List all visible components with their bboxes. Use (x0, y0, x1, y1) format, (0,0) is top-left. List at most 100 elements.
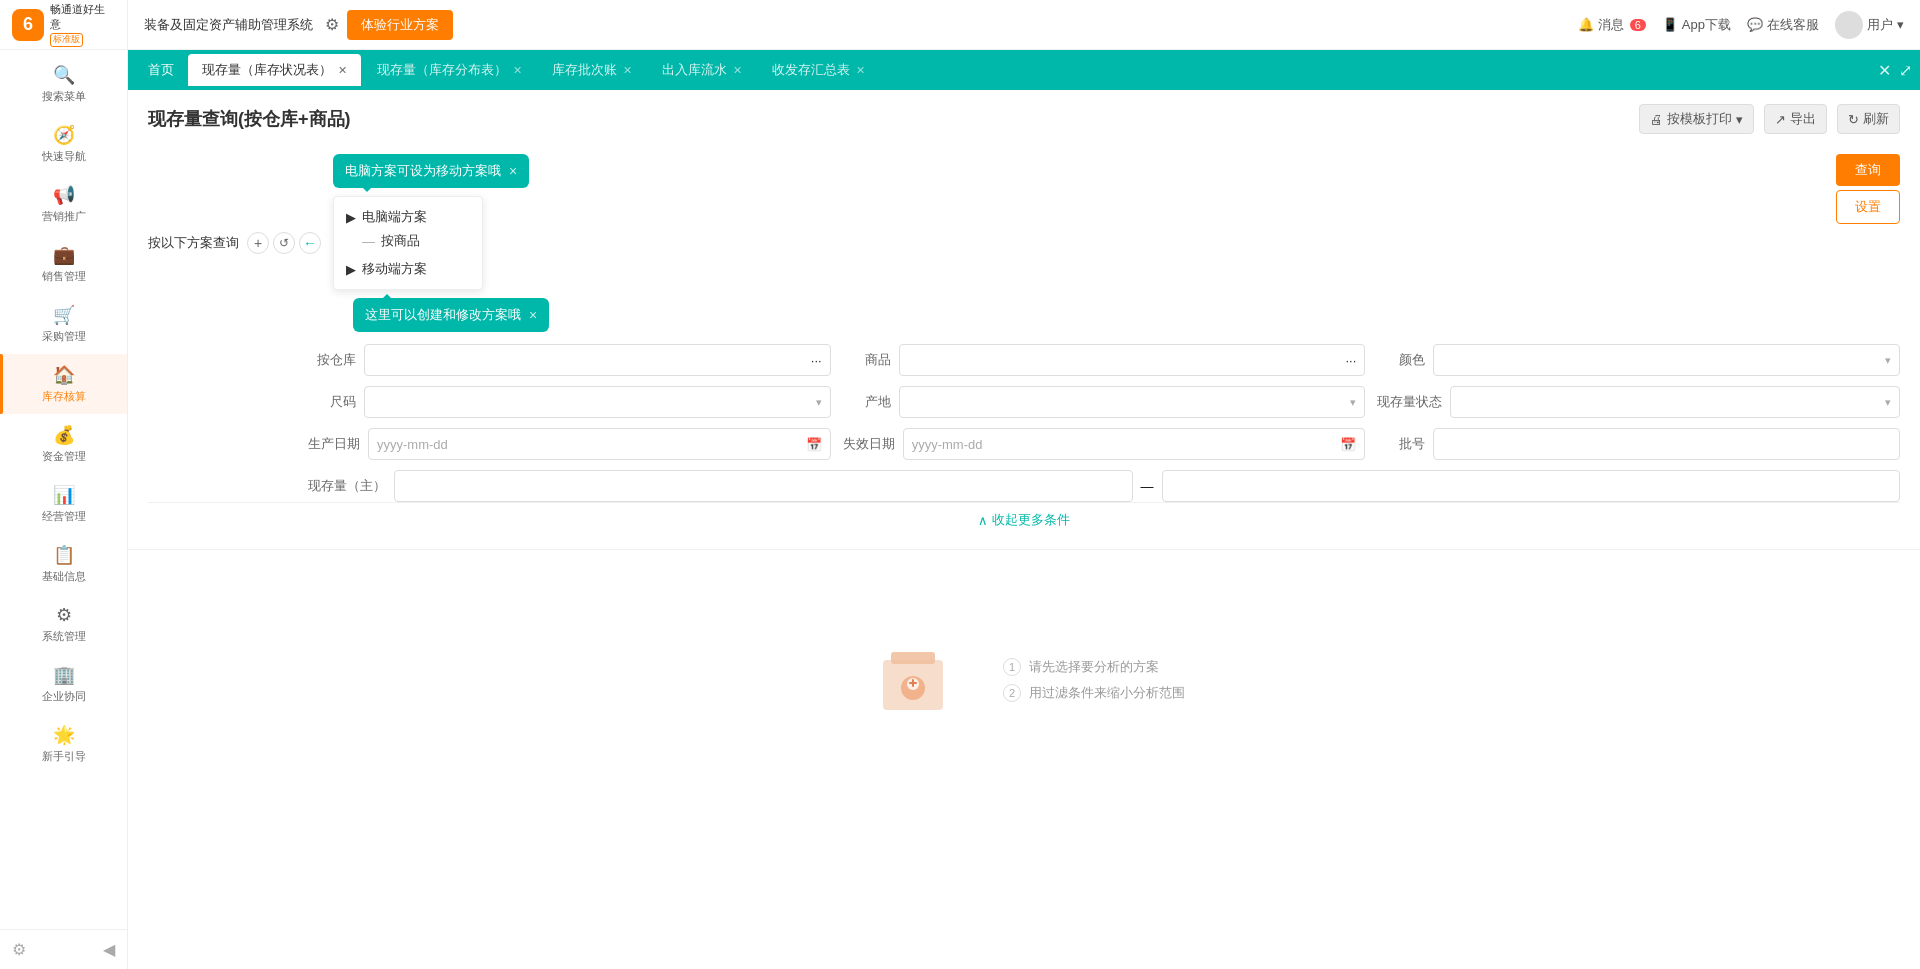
tab-inventory-dist[interactable]: 现存量（库存分布表） ✕ (363, 54, 536, 86)
sidebar-item-finance[interactable]: 💰 资金管理 (0, 414, 127, 474)
main-area: 装备及固定资产辅助管理系统 ⚙ 体验行业方案 🔔 消息 6 📱 App下载 💬 … (128, 0, 1920, 969)
set-button[interactable]: 设置 (1836, 190, 1900, 224)
origin-select[interactable]: ▾ (899, 386, 1366, 418)
filter-product: 商品 ··· (843, 344, 1366, 376)
origin-label: 产地 (843, 393, 891, 411)
service-icon: 💬 (1747, 17, 1763, 32)
color-select[interactable]: ▾ (1433, 344, 1900, 376)
reset-scheme-button[interactable]: ↺ (273, 232, 295, 254)
empty-text: 1 请先选择要分析的方案 2 用过滤条件来缩小分析范围 (1003, 658, 1185, 702)
tab-batch[interactable]: 库存批次账 ✕ (538, 54, 646, 86)
origin-chevron-icon: ▾ (1350, 396, 1356, 409)
sidebar-item-purchase[interactable]: 🛒 采购管理 (0, 294, 127, 354)
filter-warehouse: 按仓库 ··· (308, 344, 831, 376)
inventory-icon: 🏠 (53, 364, 75, 386)
expiry-date-input[interactable]: yyyy-mm-dd 📅 (903, 428, 1366, 460)
tooltip2-wrap: 这里可以创建和修改方案哦 × (353, 298, 549, 332)
sidebar-label-operations: 经营管理 (42, 509, 86, 524)
scheme-pc[interactable]: ▶ 电脑端方案 (346, 205, 470, 229)
stock-main-label: 现存量（主） (308, 477, 386, 495)
tab-close-inventory-status[interactable]: ✕ (338, 64, 347, 77)
scheme-mobile-arrow: ▶ (346, 262, 356, 277)
sidebar-item-guide[interactable]: 🌟 新手引导 (0, 714, 127, 774)
scheme-pc-item1[interactable]: — 按商品 (362, 229, 470, 253)
tooltip-pc-to-mobile: 电脑方案可设为移动方案哦 × (333, 154, 529, 188)
size-select[interactable]: ▾ (364, 386, 831, 418)
tab-close-collect[interactable]: ✕ (856, 64, 865, 77)
stock-state-chevron-icon: ▾ (1885, 396, 1891, 409)
topbar: 装备及固定资产辅助管理系统 ⚙ 体验行业方案 🔔 消息 6 📱 App下载 💬 … (128, 0, 1920, 50)
scheme-tree: ▶ 电脑端方案 — 按商品 ▶ 移动端方案 (333, 196, 483, 290)
system-title: 装备及固定资产辅助管理系统 (144, 16, 313, 34)
tooltip1-text: 电脑方案可设为移动方案哦 (345, 162, 501, 180)
stock-main-to-input[interactable] (1162, 470, 1901, 502)
production-date-input[interactable]: yyyy-mm-dd 📅 (368, 428, 831, 460)
search-button[interactable]: 查询 (1836, 154, 1900, 186)
star-icon: 🌟 (53, 724, 75, 746)
tab-home[interactable]: 首页 (136, 54, 186, 86)
topbar-settings-icon[interactable]: ⚙ (325, 15, 339, 34)
tooltip1-close-button[interactable]: × (509, 163, 517, 179)
sidebar-item-operations[interactable]: 📊 经营管理 (0, 474, 127, 534)
batch-input[interactable] (1433, 428, 1900, 460)
sidebar-item-marketing[interactable]: 📢 营销推广 (0, 174, 127, 234)
svg-rect-1 (891, 652, 935, 664)
sidebar-label-inventory: 库存核算 (42, 389, 86, 404)
tab-close-all-icon[interactable]: ✕ (1878, 61, 1891, 80)
export-button[interactable]: ↗ 导出 (1764, 104, 1827, 134)
topbar-left: 装备及固定资产辅助管理系统 ⚙ 体验行业方案 (144, 10, 453, 40)
tab-expand-icon[interactable]: ⤢ (1899, 61, 1912, 80)
tab-close-inventory-dist[interactable]: ✕ (513, 64, 522, 77)
stock-main-from-input[interactable] (394, 470, 1133, 502)
warehouse-label: 按仓库 (308, 351, 356, 369)
sidebar-item-enterprise[interactable]: 🏢 企业协同 (0, 654, 127, 714)
filter-row-2: 尺码 ▾ 产地 ▾ 现存量状态 (308, 386, 1900, 418)
warehouse-select[interactable]: ··· (364, 344, 831, 376)
sidebar-item-system[interactable]: ⚙ 系统管理 (0, 594, 127, 654)
chart-icon: 📊 (53, 484, 75, 506)
scheme-mobile-label: 移动端方案 (362, 260, 427, 278)
filter-row-1: 按仓库 ··· 商品 ··· 颜色 (308, 344, 1900, 376)
refresh-button[interactable]: ↻ 刷新 (1837, 104, 1900, 134)
sidebar-item-sales[interactable]: 💼 销售管理 (0, 234, 127, 294)
sidebar-item-basic[interactable]: 📋 基础信息 (0, 534, 127, 594)
page-actions: 🖨 按模板打印 ▾ ↗ 导出 ↻ 刷新 (1639, 104, 1900, 134)
sidebar-item-search[interactable]: 🔍 搜索菜单 (0, 54, 127, 114)
tooltip2-close-button[interactable]: × (529, 307, 537, 323)
gear-icon: ⚙ (56, 604, 72, 626)
message-button[interactable]: 🔔 消息 6 (1578, 16, 1646, 34)
add-scheme-button[interactable]: + (247, 232, 269, 254)
user-menu-button[interactable]: 用户 ▾ (1835, 11, 1904, 39)
tab-inout[interactable]: 出入库流水 ✕ (648, 54, 756, 86)
step2-num: 2 (1003, 684, 1021, 702)
empty-step2: 2 用过滤条件来缩小分析范围 (1003, 684, 1185, 702)
product-select[interactable]: ··· (899, 344, 1366, 376)
step1-text: 请先选择要分析的方案 (1029, 658, 1159, 676)
print-button[interactable]: 🖨 按模板打印 ▾ (1639, 104, 1754, 134)
sidebar-item-inventory[interactable]: 🏠 库存核算 (0, 354, 127, 414)
empty-illustration (863, 630, 963, 730)
message-badge: 6 (1630, 19, 1646, 31)
expiry-date-label: 失效日期 (843, 435, 895, 453)
page-title: 现存量查询(按仓库+商品) (148, 107, 351, 131)
empty-step1: 1 请先选择要分析的方案 (1003, 658, 1185, 676)
experience-button[interactable]: 体验行业方案 (347, 10, 453, 40)
tab-close-inout[interactable]: ✕ (733, 64, 742, 77)
arrow-scheme-button[interactable]: ← (299, 232, 321, 254)
stock-state-select[interactable]: ▾ (1450, 386, 1900, 418)
collapse-bar[interactable]: ∧ 收起更多条件 (148, 502, 1900, 537)
app-download-button[interactable]: 📱 App下载 (1662, 16, 1731, 34)
settings-bottom-icon[interactable]: ⚙ (12, 940, 26, 959)
tab-collect[interactable]: 收发存汇总表 ✕ (758, 54, 879, 86)
tab-inventory-status[interactable]: 现存量（库存状况表） ✕ (188, 54, 361, 86)
printer-icon: 🖨 (1650, 112, 1663, 127)
online-service-button[interactable]: 💬 在线客服 (1747, 16, 1819, 34)
tabbar-right: ✕ ⤢ (1878, 61, 1912, 80)
filter-size: 尺码 ▾ (308, 386, 831, 418)
scheme-mobile[interactable]: ▶ 移动端方案 (346, 257, 470, 281)
sidebar-item-quick[interactable]: 🧭 快速导航 (0, 114, 127, 174)
tab-close-batch[interactable]: ✕ (623, 64, 632, 77)
sidebar-label-finance: 资金管理 (42, 449, 86, 464)
collapse-sidebar-icon[interactable]: ◀ (103, 940, 115, 959)
size-label: 尺码 (308, 393, 356, 411)
